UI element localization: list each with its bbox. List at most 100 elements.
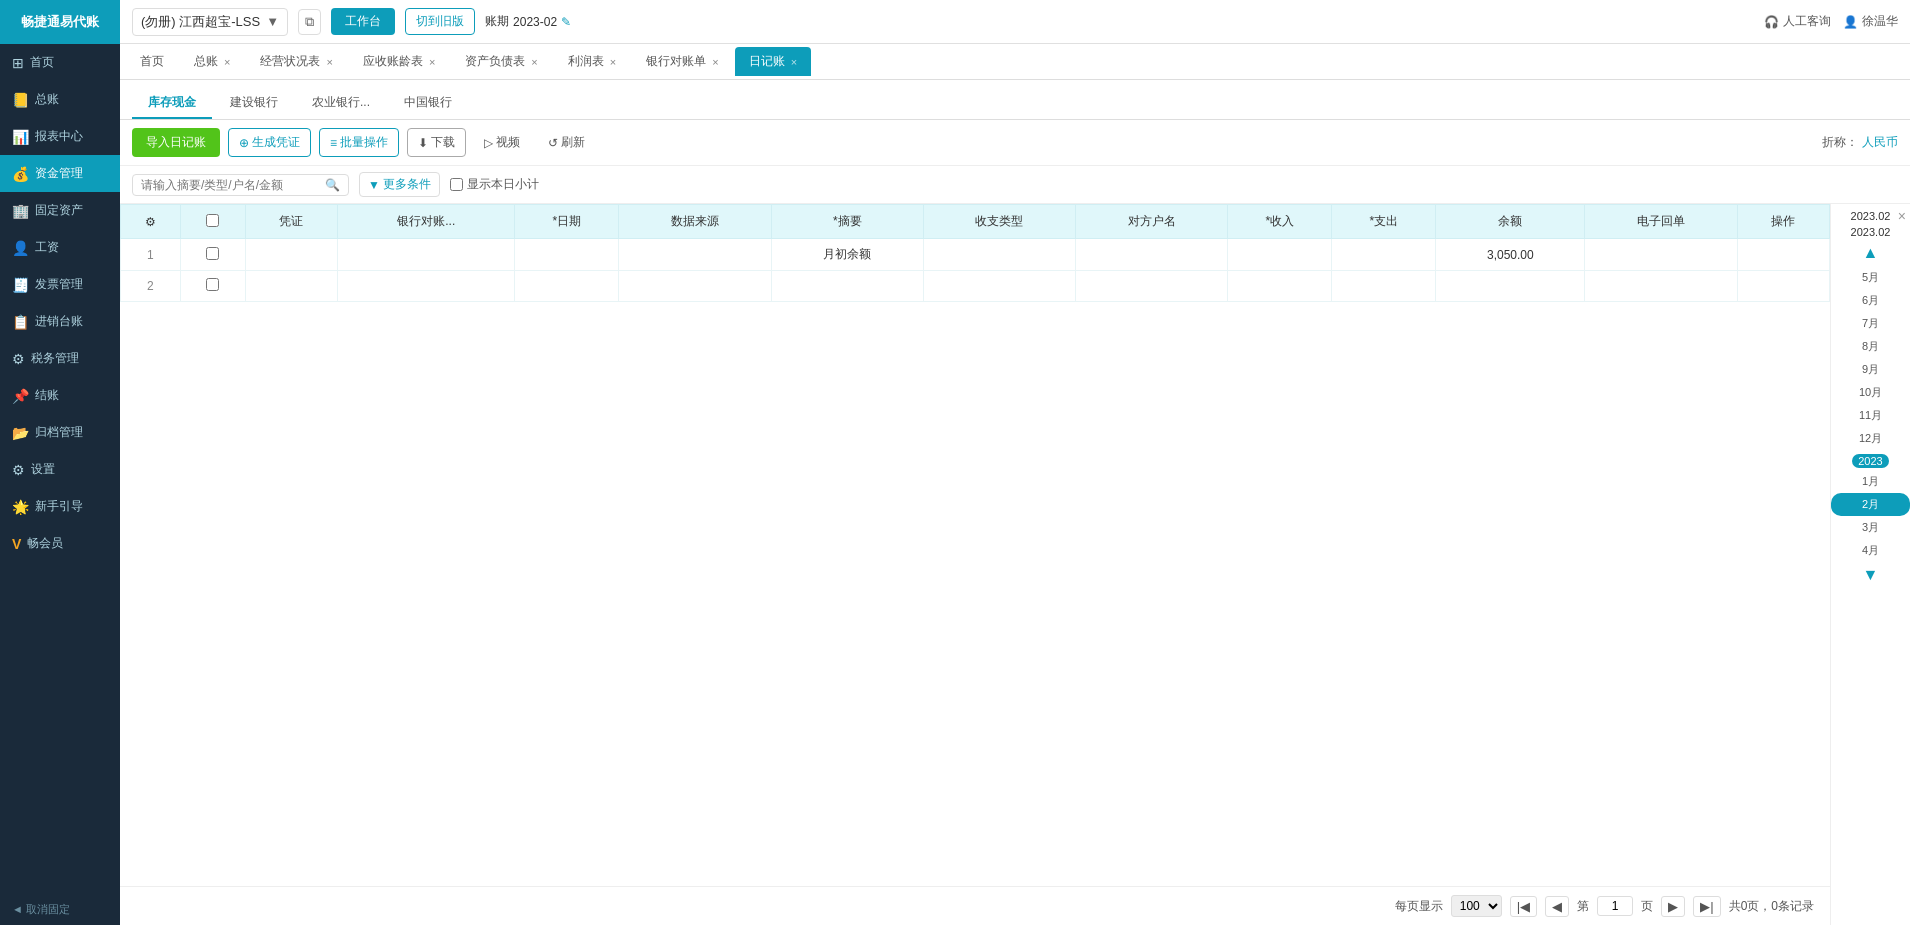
sidebar-item-ledger[interactable]: 📒 总账 [0,81,120,118]
sidebar-collapse-btn[interactable]: ◄ 取消固定 [0,894,120,925]
date-month-12[interactable]: 12月 [1831,427,1910,450]
sidebar-item-label: 设置 [31,461,55,478]
tab-assets-close[interactable]: × [531,56,537,68]
sub-tab-construction[interactable]: 建设银行 [214,88,294,119]
tab-bank-close[interactable]: × [712,56,718,68]
sidebar-item-home[interactable]: ⊞ 首页 [0,44,120,81]
show-daily-checkbox-label[interactable]: 显示本日小计 [450,176,539,193]
table-row: 2 [121,271,1830,302]
date-year-2023[interactable]: 2023 [1852,454,1888,468]
date-month-2023-3[interactable]: 3月 [1831,516,1910,539]
sidebar: 畅捷通易代账 ⊞ 首页 📒 总账 📊 报表中心 💰 资金管理 🏢 固定资产 👤 … [0,0,120,925]
date-month-8[interactable]: 8月 [1831,335,1910,358]
table-header-row: ⚙ 凭证 银行对账... *日期 数据来源 *摘要 收支类型 对方户名 *收入 [121,205,1830,239]
date-month-6[interactable]: 6月 [1831,289,1910,312]
more-filter-button[interactable]: ▼ 更多条件 [359,172,440,197]
user-profile[interactable]: 👤 徐温华 [1843,13,1898,30]
page-suffix: 页 [1641,898,1653,915]
sidebar-item-guide[interactable]: 🌟 新手引导 [0,488,120,525]
date-month-2023-1[interactable]: 1月 [1831,470,1910,493]
sidebar-item-label: 总账 [35,91,59,108]
tab-bank[interactable]: 银行对账单 × [632,47,732,76]
batch-operation-button[interactable]: ≡ 批量操作 [319,128,399,157]
sidebar-item-tax[interactable]: ⚙ 税务管理 [0,340,120,377]
date-month-7[interactable]: 7月 [1831,312,1910,335]
date-panel-close-button[interactable]: × [1898,208,1906,224]
tab-ledger[interactable]: 总账 × [180,47,244,76]
currency-link[interactable]: 人民币 [1862,134,1898,151]
sub-tabs: 库存现金 建设银行 农业银行... 中国银行 [120,80,1910,120]
sidebar-item-label: 固定资产 [35,202,83,219]
tab-profit-close[interactable]: × [610,56,616,68]
copy-button[interactable]: ⧉ [298,9,321,35]
refresh-icon: ↺ [548,136,558,150]
date-month-11[interactable]: 11月 [1831,404,1910,427]
sidebar-item-label: 归档管理 [35,424,83,441]
sidebar-item-label: 报表中心 [35,128,83,145]
sub-tab-cash[interactable]: 库存现金 [132,88,212,119]
tab-home-label: 首页 [140,53,164,70]
journal-table: ⚙ 凭证 银行对账... *日期 数据来源 *摘要 收支类型 对方户名 *收入 [120,204,1830,302]
first-page-button[interactable]: |◀ [1510,896,1537,917]
old-version-button[interactable]: 切到旧版 [405,8,475,35]
sidebar-item-invoice[interactable]: 🧾 发票管理 [0,266,120,303]
next-page-button[interactable]: ▶ [1661,896,1685,917]
date-month-10[interactable]: 10月 [1831,381,1910,404]
row-1-checkbox[interactable] [206,247,219,260]
date-panel: × 2023.02 2023.02 ▲ 5月 6月 7月 8月 9月 10月 1… [1830,204,1910,925]
search-input[interactable] [141,178,321,192]
video-icon: ▷ [484,136,493,150]
company-selector[interactable]: (勿册) 江西超宝-LSS ▼ [132,8,288,36]
row-num-1: 1 [121,239,181,271]
date-panel-up-arrow[interactable]: ▲ [1863,244,1879,262]
tab-business-close[interactable]: × [326,56,332,68]
download-button[interactable]: ⬇ 下载 [407,128,466,157]
sidebar-item-purchase[interactable]: 📋 进销台账 [0,303,120,340]
date-month-9[interactable]: 9月 [1831,358,1910,381]
row-2-checkbox[interactable] [206,278,219,291]
import-journal-button[interactable]: 导入日记账 [132,128,220,157]
generate-voucher-button[interactable]: ⊕ 生成凭证 [228,128,311,157]
per-page-select[interactable]: 100 10 20 50 [1451,895,1502,917]
col-date: *日期 [515,205,619,239]
customer-service[interactable]: 🎧 人工客询 [1764,13,1831,30]
workbench-button[interactable]: 工作台 [331,8,395,35]
sub-tab-agriculture[interactable]: 农业银行... [296,88,386,119]
show-daily-checkbox[interactable] [450,178,463,191]
sidebar-item-archive[interactable]: 📂 归档管理 [0,414,120,451]
last-page-button[interactable]: ▶| [1693,896,1720,917]
sidebar-item-member[interactable]: V 畅会员 [0,525,120,562]
sidebar-item-assets[interactable]: 🏢 固定资产 [0,192,120,229]
date-month-2023-2[interactable]: 2月 [1831,493,1910,516]
sidebar-item-wage[interactable]: 👤 工资 [0,229,120,266]
select-all-checkbox[interactable] [206,214,219,227]
date-panel-down-arrow[interactable]: ▼ [1863,566,1879,584]
sub-tab-china[interactable]: 中国银行 [388,88,468,119]
tab-assets[interactable]: 资产负债表 × [451,47,551,76]
sidebar-item-fund[interactable]: 💰 资金管理 [0,155,120,192]
tab-receivable-label: 应收账龄表 [363,53,423,70]
tab-journal[interactable]: 日记账 × [735,47,811,76]
row-checkbox-1 [180,239,245,271]
period-value: 2023-02 [513,15,557,29]
sidebar-item-settle[interactable]: 📌 结账 [0,377,120,414]
tab-profit[interactable]: 利润表 × [554,47,630,76]
tab-receivable-close[interactable]: × [429,56,435,68]
search-icon[interactable]: 🔍 [325,178,340,192]
page-input[interactable] [1597,896,1633,916]
date-month-5[interactable]: 5月 [1831,266,1910,289]
home-icon: ⊞ [12,55,24,71]
tab-home[interactable]: 首页 [126,47,178,76]
period-edit-icon[interactable]: ✎ [561,15,571,29]
tab-journal-close[interactable]: × [791,56,797,68]
refresh-button[interactable]: ↺ 刷新 [538,129,595,156]
ledger-icon: 📒 [12,92,29,108]
tab-ledger-close[interactable]: × [224,56,230,68]
tab-business[interactable]: 经营状况表 × [246,47,346,76]
prev-page-button[interactable]: ◀ [1545,896,1569,917]
sidebar-item-settings[interactable]: ⚙ 设置 [0,451,120,488]
sidebar-item-report[interactable]: 📊 报表中心 [0,118,120,155]
tab-receivable[interactable]: 应收账龄表 × [349,47,449,76]
date-month-2023-4[interactable]: 4月 [1831,539,1910,562]
video-button[interactable]: ▷ 视频 [474,129,530,156]
